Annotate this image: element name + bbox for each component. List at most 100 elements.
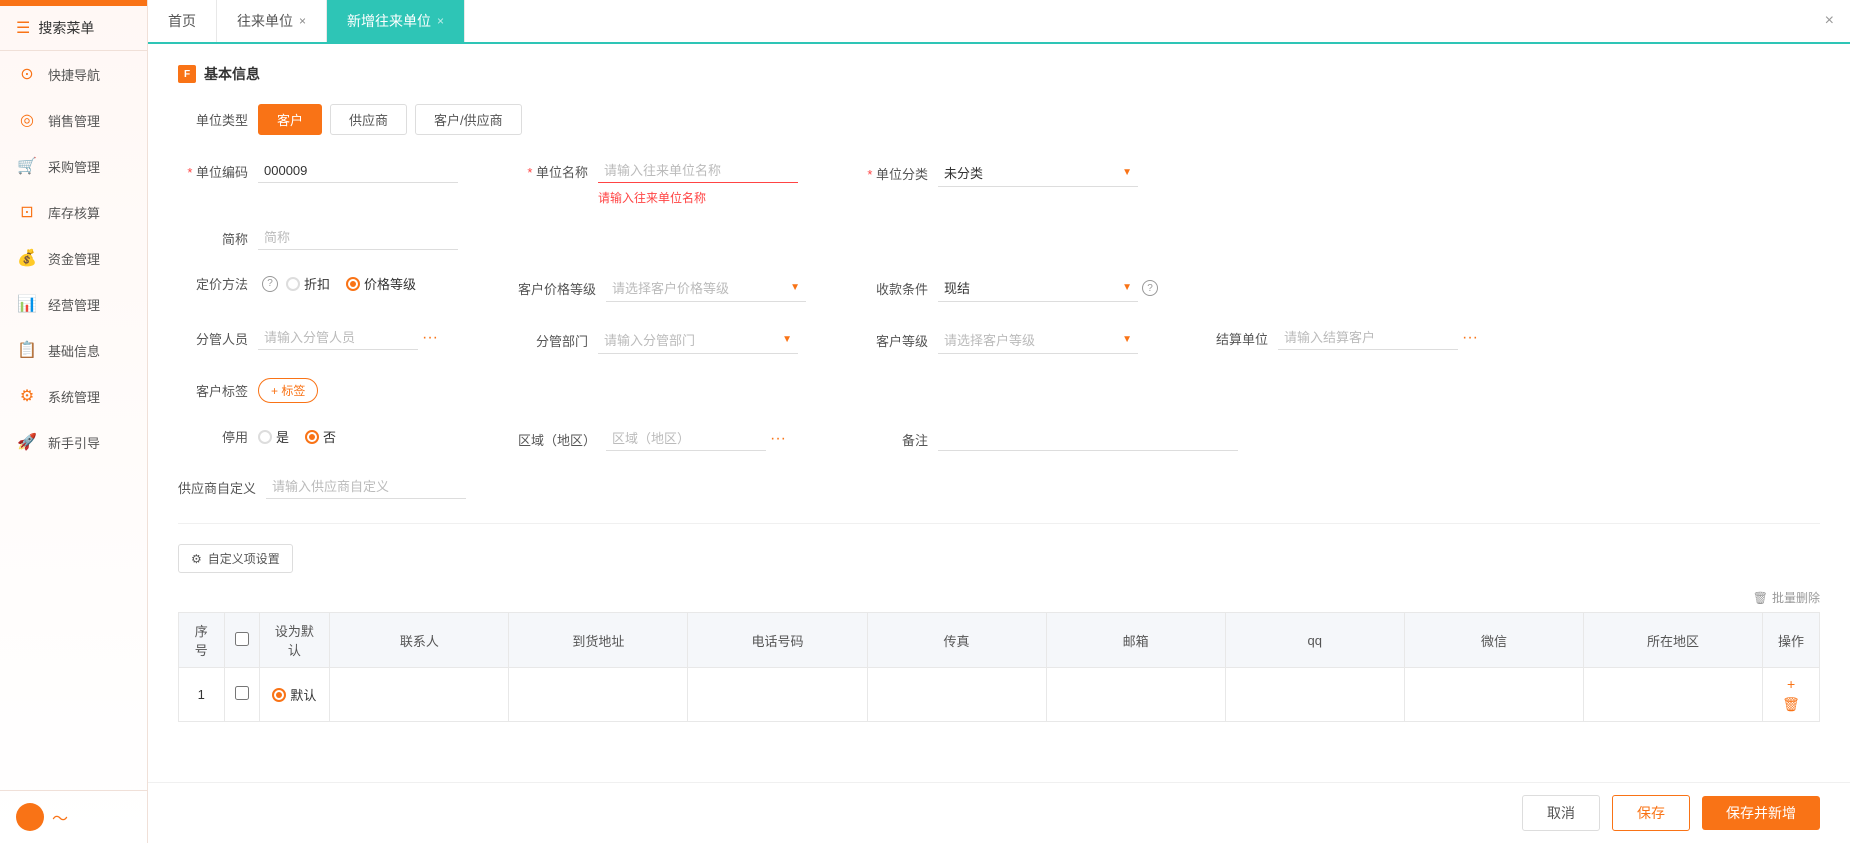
col-contact: 联系人 bbox=[330, 613, 509, 668]
row-add-button[interactable]: + bbox=[1785, 674, 1797, 694]
row-address-cell[interactable] bbox=[509, 668, 688, 722]
cancel-button[interactable]: 取消 bbox=[1522, 795, 1600, 831]
sidebar-item-newbie[interactable]: 🚀 新手引导 bbox=[0, 419, 147, 465]
customer-level-label: 客户等级 bbox=[858, 331, 928, 350]
row-qq-cell[interactable] bbox=[1225, 668, 1404, 722]
name-input[interactable] bbox=[598, 159, 798, 183]
pricing-price-level-option[interactable]: 价格等级 bbox=[346, 274, 416, 293]
payment-select[interactable]: 现结 ▼ bbox=[938, 274, 1138, 302]
sidebar-item-inventory[interactable]: ⊡ 库存核算 bbox=[0, 189, 147, 235]
row-qq-input[interactable] bbox=[1236, 687, 1394, 702]
col-wechat: 微信 bbox=[1404, 613, 1583, 668]
contacts-table: 序号 设为默认 联系人 到货地址 电话号码 传真 邮箱 qq 微信 所在地区 操… bbox=[178, 612, 1820, 722]
remark-group: 备注 bbox=[858, 427, 1238, 451]
shortname-input[interactable] bbox=[258, 226, 458, 250]
settlement-input[interactable] bbox=[1278, 326, 1458, 350]
pricing-discount-label: 折扣 bbox=[304, 274, 330, 293]
row-contact-input[interactable] bbox=[340, 687, 498, 702]
save-new-button[interactable]: 保存并新增 bbox=[1702, 796, 1820, 830]
sidebar-item-finance[interactable]: 💰 资金管理 bbox=[0, 235, 147, 281]
customer-level-placeholder: 请选择客户等级 bbox=[944, 330, 1116, 349]
row-phone-cell[interactable] bbox=[688, 668, 867, 722]
custom-settings-button[interactable]: ⚙ 自定义项设置 bbox=[178, 544, 293, 573]
batch-delete-label[interactable]: 批量删除 bbox=[1772, 589, 1820, 606]
sidebar-item-operation[interactable]: 📊 经营管理 bbox=[0, 281, 147, 327]
row-default-cell: 默认 bbox=[259, 668, 330, 722]
col-address: 到货地址 bbox=[509, 613, 688, 668]
sidebar: ☰ 搜索菜单 ⊙ 快捷导航 ◎ 销售管理 🛒 采购管理 ⊡ 库存核算 💰 资金管… bbox=[0, 0, 148, 843]
dept-group: 分管部门 请输入分管部门 ▼ bbox=[518, 326, 818, 354]
sidebar-item-purchase[interactable]: 🛒 采购管理 bbox=[0, 143, 147, 189]
supplier-custom-input[interactable] bbox=[266, 475, 466, 499]
tag-add-button[interactable]: + 标签 bbox=[258, 378, 318, 403]
window-close-button[interactable]: × bbox=[1809, 0, 1850, 42]
sidebar-item-system[interactable]: ⚙ 系统管理 bbox=[0, 373, 147, 419]
name-label: 单位名称 bbox=[518, 162, 588, 181]
code-label: 单位编码 bbox=[178, 162, 248, 181]
batch-delete-icon: 🗑 bbox=[1753, 591, 1768, 605]
row-email-input[interactable] bbox=[1057, 687, 1215, 702]
row-contact-cell[interactable] bbox=[330, 668, 509, 722]
disabled-yes-option[interactable]: 是 bbox=[258, 427, 289, 446]
row-address-input[interactable] bbox=[519, 687, 677, 702]
pricing-discount-option[interactable]: 折扣 bbox=[286, 274, 330, 293]
category-select[interactable]: 未分类 ▼ bbox=[938, 159, 1138, 187]
row-delete-button[interactable]: 🗑 bbox=[1780, 694, 1802, 715]
sidebar-label-finance: 资金管理 bbox=[48, 249, 100, 268]
save-button[interactable]: 保存 bbox=[1612, 795, 1690, 831]
search-menu-item[interactable]: ☰ 搜索菜单 bbox=[0, 6, 147, 51]
unit-btn-customer[interactable]: 客户 bbox=[258, 104, 322, 135]
select-all-checkbox[interactable] bbox=[235, 632, 249, 646]
row-wechat-input[interactable] bbox=[1415, 687, 1573, 702]
category-group: 单位分类 未分类 ▼ bbox=[858, 159, 1158, 187]
sidebar-label-newbie: 新手引导 bbox=[48, 433, 100, 452]
region-input[interactable] bbox=[606, 427, 766, 451]
row-region-cell[interactable] bbox=[1583, 668, 1762, 722]
row-fax-cell[interactable] bbox=[867, 668, 1046, 722]
row-wechat-cell[interactable] bbox=[1404, 668, 1583, 722]
sidebar-item-quick-nav[interactable]: ⊙ 快捷导航 bbox=[0, 51, 147, 97]
dept-placeholder: 请输入分管部门 bbox=[604, 330, 776, 349]
table-header-row: 序号 设为默认 联系人 到货地址 电话号码 传真 邮箱 qq 微信 所在地区 操… bbox=[179, 613, 1820, 668]
unit-btn-supplier[interactable]: 供应商 bbox=[330, 104, 407, 135]
remark-label: 备注 bbox=[858, 430, 928, 449]
dept-select[interactable]: 请输入分管部门 ▼ bbox=[598, 326, 798, 354]
region-ellipsis-btn[interactable]: ··· bbox=[766, 430, 790, 448]
tab-new-partner-label: 新增往来单位 bbox=[347, 11, 431, 31]
sidebar-label-operation: 经营管理 bbox=[48, 295, 100, 314]
section-icon: F bbox=[178, 65, 196, 83]
supplier-custom-row: 供应商自定义 bbox=[178, 475, 1820, 503]
row-region-input[interactable] bbox=[1594, 687, 1752, 702]
sidebar-label-sales: 销售管理 bbox=[48, 111, 100, 130]
tab-partners[interactable]: 往来单位 × bbox=[217, 0, 327, 42]
row-checkbox[interactable] bbox=[235, 686, 249, 700]
settlement-ellipsis-btn[interactable]: ··· bbox=[1458, 329, 1482, 347]
tags-label: 客户标签 bbox=[178, 381, 248, 400]
disabled-yes-radio bbox=[258, 430, 272, 444]
tab-partners-close[interactable]: × bbox=[299, 14, 306, 28]
tags-group: 客户标签 + 标签 bbox=[178, 378, 478, 403]
row-email-cell[interactable] bbox=[1046, 668, 1225, 722]
sidebar-item-basic[interactable]: 📋 基础信息 bbox=[0, 327, 147, 373]
row-fax-input[interactable] bbox=[878, 687, 1036, 702]
remark-input[interactable] bbox=[938, 427, 1238, 451]
tab-new-partner-close[interactable]: × bbox=[437, 14, 444, 28]
sidebar-label-system: 系统管理 bbox=[48, 387, 100, 406]
customer-price-select[interactable]: 请选择客户价格等级 ▼ bbox=[606, 274, 806, 302]
pricing-help-icon[interactable]: ? bbox=[262, 276, 278, 292]
row-phone-input[interactable] bbox=[698, 687, 856, 702]
row-default-radio-item[interactable]: 默认 bbox=[270, 685, 320, 704]
sidebar-item-sales[interactable]: ◎ 销售管理 bbox=[0, 97, 147, 143]
col-fax: 传真 bbox=[867, 613, 1046, 668]
tab-new-partner[interactable]: 新增往来单位 × bbox=[327, 0, 465, 42]
inventory-icon: ⊡ bbox=[16, 201, 38, 223]
manager-ellipsis-btn[interactable]: ··· bbox=[418, 329, 442, 347]
unit-btn-both[interactable]: 客户/供应商 bbox=[415, 104, 522, 135]
manager-input[interactable] bbox=[258, 326, 418, 350]
pricing-label: 定价方法 bbox=[178, 274, 248, 293]
tab-home[interactable]: 首页 bbox=[148, 0, 217, 42]
customer-level-select[interactable]: 请选择客户等级 ▼ bbox=[938, 326, 1138, 354]
code-input[interactable] bbox=[258, 159, 458, 183]
payment-help-icon[interactable]: ? bbox=[1142, 280, 1158, 296]
disabled-no-option[interactable]: 否 bbox=[305, 427, 336, 446]
